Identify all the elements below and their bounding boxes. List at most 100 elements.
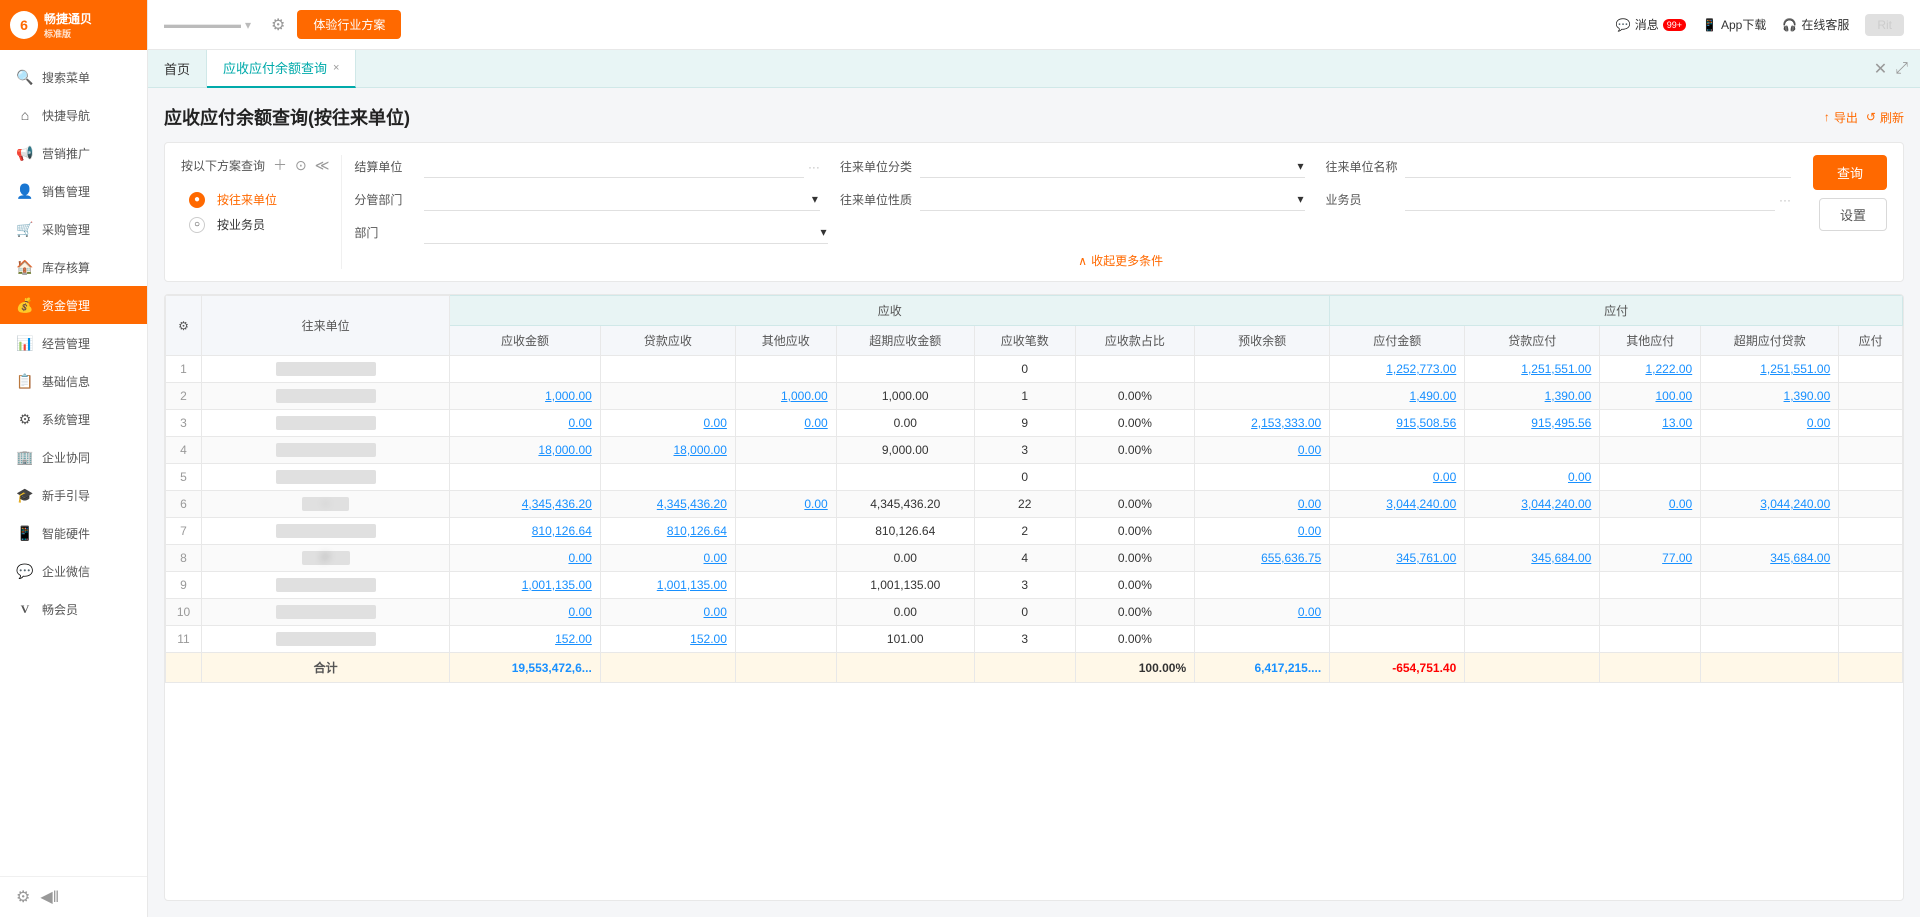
cell-value[interactable]: 18,000.00 [450,437,601,464]
cell-value[interactable]: 0.00 [1195,491,1330,518]
cell-value[interactable]: 915,508.56 [1330,410,1465,437]
sidebar-item-marketing[interactable]: 📢 营销推广 [0,134,147,172]
cell-value[interactable]: 152.00 [450,626,601,653]
col-settings[interactable]: ⚙ [166,296,202,356]
sidebar-settings-icon[interactable]: ⚙ [16,887,30,907]
refresh-btn[interactable]: ↺ 刷新 [1866,109,1904,126]
user-name[interactable]: Rit [1865,14,1904,36]
table-scroll[interactable]: ⚙ 往来单位 应收 应付 应收金额 贷款应收 其他应收 超期应收金额 应收笔数 … [165,295,1903,900]
cell-value[interactable]: 0.00 [600,599,735,626]
cell-value[interactable]: 0.00 [600,410,735,437]
window-maximize-icon[interactable]: ⤢ [1895,60,1908,78]
cell-value[interactable]: 915,495.56 [1465,410,1600,437]
sidebar-item-finance[interactable]: 💰 资金管理 [0,286,147,324]
cell-value[interactable]: 1,251,551.00 [1465,356,1600,383]
sidebar-item-quick-nav[interactable]: ⌂ 快捷导航 [0,96,147,134]
cell-value[interactable]: 1,390.00 [1701,383,1839,410]
cell-value[interactable]: 100.00 [1600,383,1701,410]
online-service-area[interactable]: 🎧 在线客服 [1782,16,1849,33]
cell-value[interactable]: 4,345,436.20 [600,491,735,518]
topbar-gear-icon[interactable]: ⚙ [271,15,285,35]
cell-value[interactable]: 1,222.00 [1600,356,1701,383]
filter-salesman-dots[interactable]: ··· [1779,193,1791,207]
export-btn[interactable]: ↑ 导出 [1824,109,1858,126]
filter-settlement-dots[interactable]: ··· [808,160,820,174]
tab-close-icon[interactable]: × [333,62,339,74]
cell-value[interactable]: 0.00 [1600,491,1701,518]
cell-value[interactable]: 0.00 [735,491,836,518]
sidebar-item-hardware[interactable]: 📱 智能硬件 [0,514,147,552]
settings-btn[interactable]: 设置 [1819,198,1887,231]
cell-value[interactable]: 3,044,240.00 [1701,491,1839,518]
sidebar-item-member[interactable]: V 畅会员 [0,590,147,628]
filter-settings-icon[interactable]: ⊙ [295,157,307,174]
window-close-icon[interactable]: ✕ [1874,59,1887,79]
cell-value[interactable]: 0.00 [450,545,601,572]
filter-add-icon[interactable]: ＋ [273,155,287,175]
sidebar-item-inventory[interactable]: 🏠 库存核算 [0,248,147,286]
cell-value[interactable]: 77.00 [1600,545,1701,572]
filter-settlement-input[interactable] [424,155,804,178]
cell-value[interactable]: 1,001,135.00 [600,572,735,599]
cell-value[interactable]: 1,000.00 [450,383,601,410]
cell-value[interactable]: 152.00 [600,626,735,653]
app-download-area[interactable]: 📱 App下载 [1702,16,1766,33]
cell-value[interactable]: 1,000.00 [735,383,836,410]
cell-value[interactable]: 0.00 [450,599,601,626]
cell-value[interactable]: 4,345,436.20 [450,491,601,518]
filter-item-nature: 往来单位性质 ▾ [840,188,1306,211]
filter-partner-type-select[interactable]: ▾ [920,155,1306,178]
filter-dept-select[interactable]: ▾ [424,188,820,211]
sidebar-item-system[interactable]: ⚙ 系统管理 [0,400,147,438]
cell-value[interactable]: 3,044,240.00 [1465,491,1600,518]
cell-value[interactable]: 1,390.00 [1465,383,1600,410]
cell-value[interactable]: 345,684.00 [1465,545,1600,572]
cell-value[interactable]: 0.00 [735,410,836,437]
filter-option-by-partner[interactable]: ● 按往来单位 [181,187,329,212]
sidebar-item-base-info[interactable]: 📋 基础信息 [0,362,147,400]
cell-value[interactable]: 1,001,135.00 [450,572,601,599]
filter-bumen-select[interactable]: ▾ [424,221,828,244]
sidebar-item-wechat[interactable]: 💬 企业微信 [0,552,147,590]
cell-value[interactable]: 0.00 [1701,410,1839,437]
cell-value[interactable]: 0.00 [1195,599,1330,626]
sidebar-item-search[interactable]: 🔍 搜索菜单 [0,58,147,96]
sidebar-collapse-icon[interactable]: ◀‖ [40,887,59,907]
filter-partner-name-input[interactable] [1405,155,1791,178]
cell-value[interactable]: 655,636.75 [1195,545,1330,572]
cell-value[interactable]: 18,000.00 [600,437,735,464]
filter-option-by-salesman[interactable]: ○ 按业务员 [181,212,329,237]
cell-value[interactable]: 1,490.00 [1330,383,1465,410]
sidebar-item-guide[interactable]: 🎓 新手引导 [0,476,147,514]
cell-value[interactable]: 0.00 [600,545,735,572]
cell-value[interactable]: 0.00 [1195,518,1330,545]
cell-value[interactable]: 0.00 [1330,464,1465,491]
filter-collapse-left-icon[interactable]: ≪ [315,157,330,174]
sidebar-item-purchase[interactable]: 🛒 采购管理 [0,210,147,248]
message-area[interactable]: 💬 消息 99+ [1616,16,1686,33]
cell-value[interactable]: 0.00 [450,410,601,437]
cell-value[interactable]: 345,684.00 [1701,545,1839,572]
cell-value[interactable]: 1,251,551.00 [1701,356,1839,383]
tab-home[interactable]: 首页 [148,50,207,88]
cell-value[interactable]: 0.00 [1195,437,1330,464]
cell-value[interactable]: 810,126.64 [450,518,601,545]
filter-nature-select[interactable]: ▾ [920,188,1306,211]
sidebar-item-sales[interactable]: 👤 销售管理 [0,172,147,210]
sidebar-item-operation[interactable]: 📊 经营管理 [0,324,147,362]
solution-btn[interactable]: 体验行业方案 [297,10,401,39]
cell-value[interactable]: 345,761.00 [1330,545,1465,572]
query-btn[interactable]: 查询 [1813,155,1887,190]
cell-value[interactable]: 13.00 [1600,410,1701,437]
cell-value[interactable]: 0.00 [1465,464,1600,491]
tab-ar-balance[interactable]: 应收应付余额查询 × [207,50,356,88]
cell-value[interactable]: 2,153,333.00 [1195,410,1330,437]
collapse-btn[interactable]: ∧ 收起更多条件 [354,252,1887,269]
cell-value[interactable]: 1,252,773.00 [1330,356,1465,383]
cell-empty [1465,437,1600,464]
cell-value[interactable]: 3,044,240.00 [1330,491,1465,518]
sidebar-item-corp[interactable]: 🏢 企业协同 [0,438,147,476]
cell-plain: 3 [974,437,1075,464]
cell-value[interactable]: 810,126.64 [600,518,735,545]
filter-salesman-input[interactable] [1405,188,1775,211]
